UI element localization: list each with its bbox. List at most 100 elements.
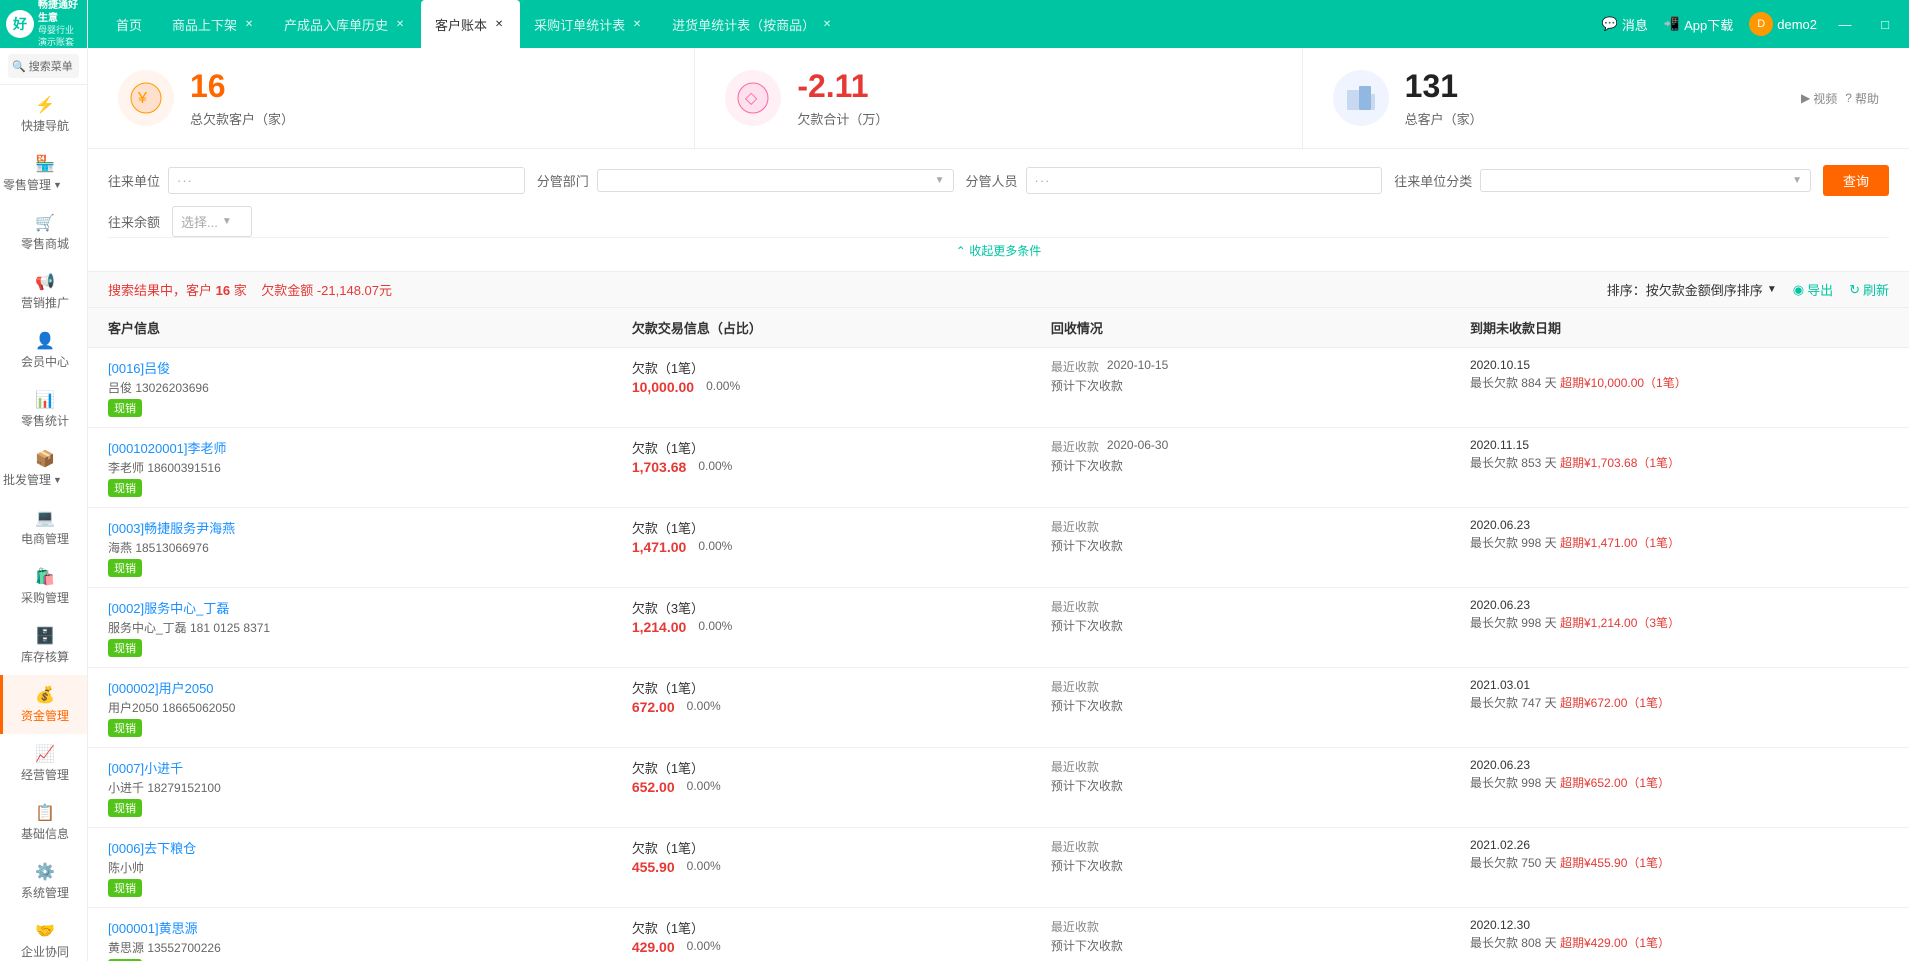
download-icon: 📲 bbox=[1664, 16, 1680, 32]
filter-row-2: 往来余额 选择... ▼ bbox=[108, 206, 1889, 237]
recovery-info-0016: 最近收款 2020-10-15 预计下次收款 bbox=[1051, 358, 1470, 396]
tab-close-purchase-stats[interactable]: ✕ bbox=[630, 17, 644, 31]
nav-list: ⚡ 快捷导航 🏪 零售管理 ▼ 🛒 零售商城 📢 营销推广 👤 会员中心 📊 零… bbox=[0, 85, 87, 961]
refresh-button[interactable]: ↻ 刷新 bbox=[1849, 280, 1889, 299]
person-input[interactable]: ··· bbox=[1026, 167, 1383, 194]
overdue-info-0006: 2021.02.26 最长欠款 750 天 超期¥455.90（1笔） bbox=[1470, 838, 1889, 871]
balance-select[interactable]: 选择... ▼ bbox=[172, 206, 252, 237]
search-menu-button[interactable]: 🔍 搜索菜单 bbox=[8, 54, 79, 78]
table-row: [0002]服务中心_丁磊 服务中心_丁磊 181 0125 8371 现销 欠… bbox=[88, 588, 1909, 668]
table-row-0007: [0007]小进千 小进千 18279152100 现销 欠款（1笔） 652.… bbox=[88, 748, 1909, 827]
supplier-input[interactable]: ··· bbox=[168, 167, 525, 194]
user-avatar-button[interactable]: D demo2 bbox=[1749, 12, 1817, 36]
overdue-info-0016: 2020.10.15 最长欠款 884 天 超期¥10,000.00（1笔） bbox=[1470, 358, 1889, 391]
app-logo: 好 畅捷通好生意 母婴行业演示账套 bbox=[0, 0, 87, 48]
sort-selector[interactable]: 排序：按欠款金额倒序排序 ▼ bbox=[1607, 280, 1777, 299]
customer-info-0003: [0003]畅捷服务尹海燕 海燕 18513066976 现销 bbox=[108, 518, 632, 577]
retail-stats-icon: 📊 bbox=[3, 390, 87, 410]
customer-name-0001020001[interactable]: [0001020001]李老师 bbox=[108, 438, 632, 457]
overdue-link-000002[interactable]: 超期¥672.00（1笔） bbox=[1560, 696, 1670, 710]
sidebar-item-batch-mgmt[interactable]: 📦 批发管理 ▼ bbox=[0, 439, 87, 498]
win-max-button[interactable]: □ bbox=[1873, 12, 1897, 36]
customer-tag-0006: 现销 bbox=[108, 879, 142, 897]
tab-close-purchase-product-stats[interactable]: ✕ bbox=[820, 17, 834, 31]
customer-phone-0001020001: 李老师 18600391516 bbox=[108, 459, 632, 476]
overdue-link-0007[interactable]: 超期¥652.00（1笔） bbox=[1560, 776, 1670, 790]
overdue-info-0003: 2020.06.23 最长欠款 998 天 超期¥1,471.00（1笔） bbox=[1470, 518, 1889, 551]
help-btn[interactable]: ? 帮助 bbox=[1845, 90, 1879, 107]
overdue-link-0001020001[interactable]: 超期¥1,703.68（1笔） bbox=[1560, 456, 1680, 470]
stat-info-total: 131 总客户（家） bbox=[1405, 68, 1483, 128]
tab-close-customer-account[interactable]: ✕ bbox=[492, 17, 506, 31]
customer-tag-0007: 现销 bbox=[108, 799, 142, 817]
member-icon: 👤 bbox=[3, 331, 87, 351]
sidebar-item-sys-mgmt[interactable]: ⚙️ 系统管理 bbox=[0, 852, 87, 911]
tab-close-production-history[interactable]: ✕ bbox=[393, 17, 407, 31]
sidebar-item-ops-mgmt[interactable]: 📈 经营管理 bbox=[0, 734, 87, 793]
table-row-000001: [000001]黄思源 黄思源 13552700226 现销 欠款（1笔） 42… bbox=[88, 908, 1909, 961]
customer-phone-0002: 服务中心_丁磊 181 0125 8371 bbox=[108, 619, 632, 636]
avatar: D bbox=[1749, 12, 1773, 36]
col-header-debt: 欠款交易信息（占比） bbox=[632, 318, 1051, 337]
table-row-0016: [0016]吕俊 吕俊 13026203696 现销 欠款（1笔） 10,000… bbox=[88, 348, 1909, 427]
customer-name-0016[interactable]: [0016]吕俊 bbox=[108, 358, 632, 377]
overdue-link-000001[interactable]: 超期¥429.00（1笔） bbox=[1560, 936, 1670, 950]
overdue-link-0003[interactable]: 超期¥1,471.00（1笔） bbox=[1560, 536, 1680, 550]
tab-purchase-product-stats[interactable]: 进货单统计表（按商品） ✕ bbox=[658, 0, 848, 48]
category-select[interactable]: ▼ bbox=[1480, 169, 1811, 192]
debt-info-000002: 欠款（1笔） 672.00 0.00% bbox=[632, 678, 1051, 715]
sidebar-item-ecom-mgmt[interactable]: 💻 电商管理 bbox=[0, 498, 87, 557]
sidebar-item-corp-collab[interactable]: 🤝 企业协同 bbox=[0, 911, 87, 961]
sidebar-item-basic-info[interactable]: 📋 基础信息 bbox=[0, 793, 87, 852]
tab-products-shelf[interactable]: 商品上下架 ✕ bbox=[158, 0, 270, 48]
chevron-down-icon-sort: ▼ bbox=[1767, 284, 1777, 295]
capital-mgmt-icon: 💰 bbox=[3, 685, 87, 705]
col-header-customer: 客户信息 bbox=[108, 318, 632, 337]
dept-select[interactable]: ▼ bbox=[597, 169, 954, 192]
overdue-link-0016[interactable]: 超期¥10,000.00（1笔） bbox=[1560, 376, 1687, 390]
sidebar-item-retail-mgmt[interactable]: 🏪 零售管理 ▼ bbox=[0, 144, 87, 203]
stat-card-debt-total: ◇ -2.11 欠款合计（万） bbox=[695, 48, 1302, 148]
customer-name-000002[interactable]: [000002]用户2050 bbox=[108, 678, 632, 697]
overdue-info-000002: 2021.03.01 最长欠款 747 天 超期¥672.00（1笔） bbox=[1470, 678, 1889, 711]
sidebar-item-retail-mall[interactable]: 🛒 零售商城 bbox=[0, 203, 87, 262]
video-btn[interactable]: ▶ 视频 bbox=[1801, 90, 1837, 107]
sidebar-item-capital-mgmt[interactable]: 💰 资金管理 bbox=[0, 675, 87, 734]
chevron-down-icon-balance: ▼ bbox=[222, 216, 232, 227]
recovery-info-000001: 最近收款 预计下次收款 bbox=[1051, 918, 1470, 956]
recovery-info-0003: 最近收款 预计下次收款 bbox=[1051, 518, 1470, 556]
overdue-link-0006[interactable]: 超期¥455.90（1笔） bbox=[1560, 856, 1670, 870]
customer-name-0007[interactable]: [0007]小进千 bbox=[108, 758, 632, 777]
customer-info-0002: [0002]服务中心_丁磊 服务中心_丁磊 181 0125 8371 现销 bbox=[108, 598, 632, 657]
search-button[interactable]: 查询 bbox=[1823, 165, 1889, 196]
customer-name-000001[interactable]: [000001]黄思源 bbox=[108, 918, 632, 937]
debt-customer-count: 16 bbox=[190, 68, 294, 105]
collapse-filters-button[interactable]: ⌃ 收起更多条件 bbox=[108, 237, 1889, 263]
customer-name-0006[interactable]: [0006]去下粮仓 bbox=[108, 838, 632, 857]
tab-close-products-shelf[interactable]: ✕ bbox=[242, 17, 256, 31]
tab-home[interactable]: 首页 bbox=[100, 0, 158, 48]
overdue-link-0002[interactable]: 超期¥1,214.00（3笔） bbox=[1560, 616, 1680, 630]
sidebar-item-purchase-mgmt[interactable]: 🛍️ 采购管理 bbox=[0, 557, 87, 616]
tab-customer-account[interactable]: 客户账本 ✕ bbox=[421, 0, 520, 48]
chevron-down-icon: ▼ bbox=[53, 180, 62, 190]
win-min-button[interactable]: — bbox=[1833, 12, 1857, 36]
sidebar-item-marketing[interactable]: 📢 营销推广 bbox=[0, 262, 87, 321]
customer-name-0003[interactable]: [0003]畅捷服务尹海燕 bbox=[108, 518, 632, 537]
table-row-0006: [0006]去下粮仓 陈小帅 现销 欠款（1笔） 455.90 0.00% 最 bbox=[88, 828, 1909, 907]
tab-production-history[interactable]: 产成品入库单历史 ✕ bbox=[270, 0, 421, 48]
table-row: [0016]吕俊 吕俊 13026203696 现销 欠款（1笔） 10,000… bbox=[88, 348, 1909, 428]
sidebar-item-retail-stats[interactable]: 📊 零售统计 bbox=[0, 380, 87, 439]
results-summary: 搜索结果中，客户 16 家 欠款金额 -21,148.07元 bbox=[108, 280, 392, 299]
customer-name-0002[interactable]: [0002]服务中心_丁磊 bbox=[108, 598, 632, 617]
debt-info-0003: 欠款（1笔） 1,471.00 0.00% bbox=[632, 518, 1051, 555]
main-area: 首页 商品上下架 ✕ 产成品入库单历史 ✕ 客户账本 ✕ 采购订单统计表 ✕ 进… bbox=[88, 0, 1909, 961]
message-button[interactable]: 💬 消息 bbox=[1602, 15, 1648, 34]
tab-purchase-stats[interactable]: 采购订单统计表 ✕ bbox=[520, 0, 658, 48]
debt-total-label: 欠款合计（万） bbox=[797, 109, 888, 128]
sidebar-item-inventory[interactable]: 🗄️ 库存核算 bbox=[0, 616, 87, 675]
sidebar-item-quick-nav[interactable]: ⚡ 快捷导航 bbox=[0, 85, 87, 144]
sidebar-item-member[interactable]: 👤 会员中心 bbox=[0, 321, 87, 380]
export-button[interactable]: ◉ 导出 bbox=[1793, 280, 1833, 299]
app-download-button[interactable]: 📲 App下载 bbox=[1664, 15, 1733, 34]
